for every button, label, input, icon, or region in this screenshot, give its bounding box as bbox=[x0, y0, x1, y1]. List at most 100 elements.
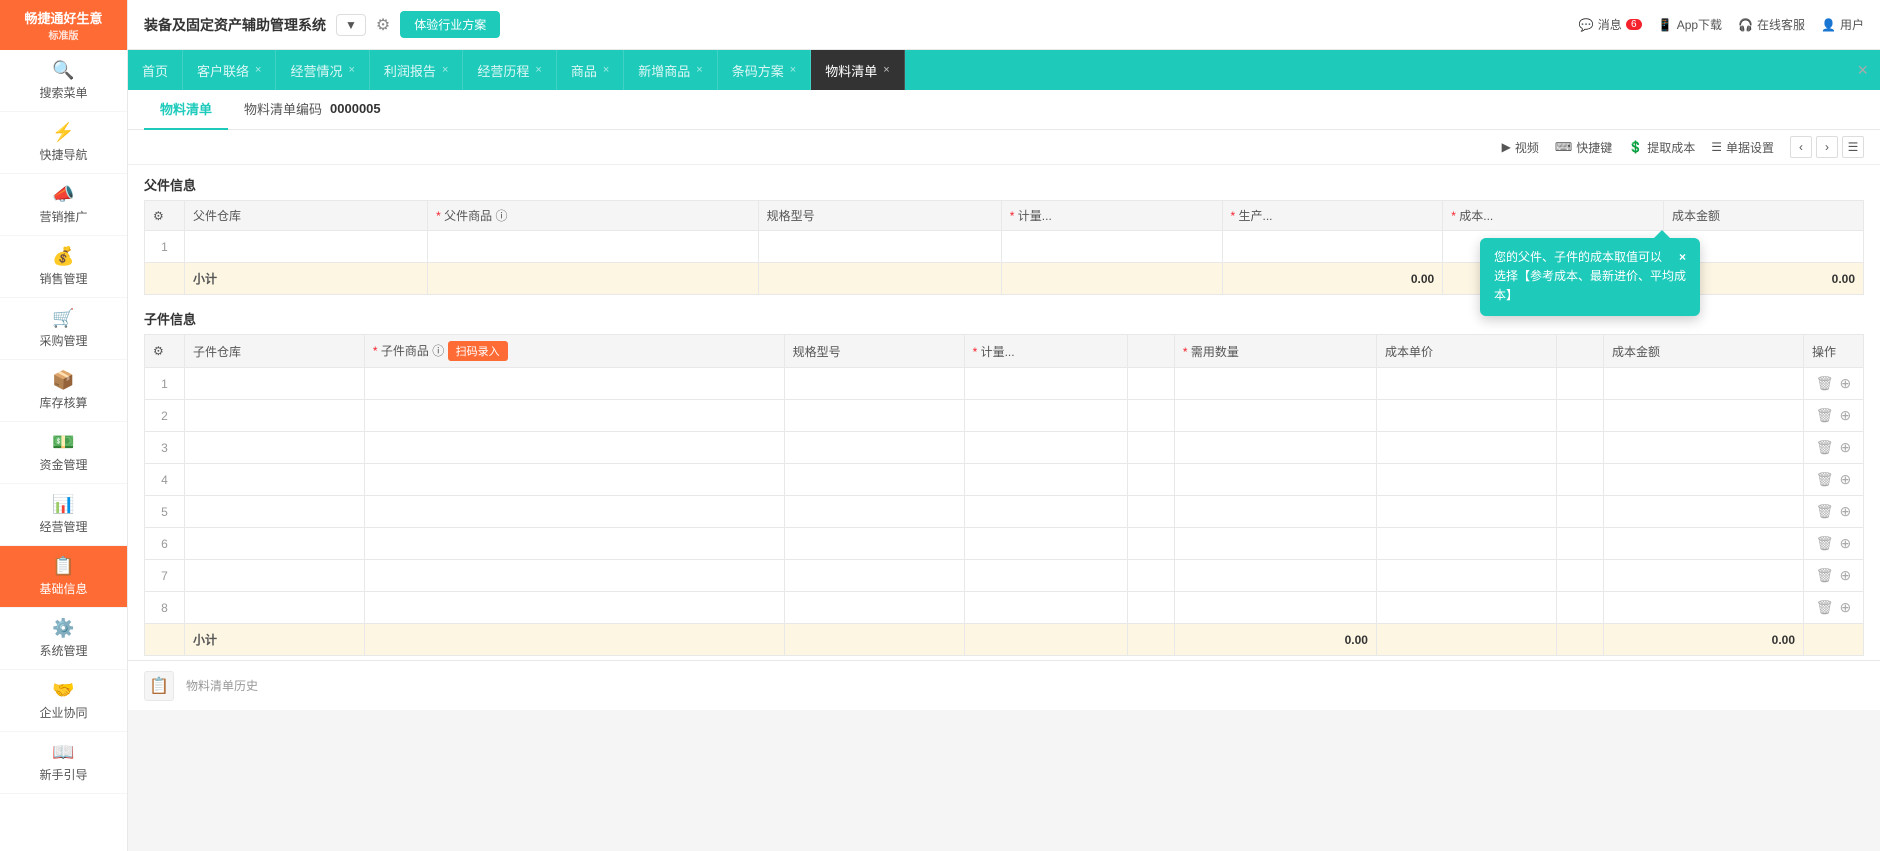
child-spec-3[interactable] bbox=[784, 432, 964, 464]
user-item[interactable]: 👤 用户 bbox=[1821, 16, 1864, 33]
parent-product-1[interactable] bbox=[428, 231, 758, 263]
system-dropdown[interactable]: ▼ bbox=[336, 14, 366, 36]
child-spec-4[interactable] bbox=[784, 464, 964, 496]
child-warehouse-3[interactable] bbox=[185, 432, 365, 464]
child-spec-2[interactable] bbox=[784, 400, 964, 432]
tab-close-5[interactable]: × bbox=[603, 64, 609, 76]
tab-close-4[interactable]: × bbox=[535, 64, 541, 76]
child-unit-3[interactable] bbox=[964, 432, 1127, 464]
online-service-item[interactable]: 🎧 在线客服 bbox=[1738, 16, 1805, 33]
list-view-button[interactable]: ☰ bbox=[1842, 136, 1864, 158]
parent-produce-1[interactable] bbox=[1222, 231, 1443, 263]
child-warehouse-4[interactable] bbox=[185, 464, 365, 496]
child-unit-cost-8[interactable] bbox=[1376, 592, 1556, 624]
prev-page-button[interactable]: ‹ bbox=[1790, 136, 1812, 158]
delete-icon-5[interactable]: 🗑 bbox=[1816, 503, 1834, 520]
app-download-item[interactable]: 📱 App下载 bbox=[1658, 16, 1722, 33]
child-qty-3[interactable] bbox=[1174, 432, 1376, 464]
sidebar-item-10[interactable]: 🤝企业协同 bbox=[0, 670, 127, 732]
child-product-1[interactable] bbox=[364, 368, 784, 400]
child-spec-6[interactable] bbox=[784, 528, 964, 560]
nav-tab-8[interactable]: 物料清单× bbox=[811, 50, 904, 90]
child-unit-cost-2[interactable] bbox=[1376, 400, 1556, 432]
sidebar-item-6[interactable]: 💵资金管理 bbox=[0, 422, 127, 484]
sidebar-item-0[interactable]: 🔍搜索菜单 bbox=[0, 50, 127, 112]
child-spec-7[interactable] bbox=[784, 560, 964, 592]
child-product-4[interactable] bbox=[364, 464, 784, 496]
sidebar-item-4[interactable]: 🛒采购管理 bbox=[0, 298, 127, 360]
copy-icon-5[interactable]: ⊕ bbox=[1840, 503, 1852, 520]
child-warehouse-2[interactable] bbox=[185, 400, 365, 432]
tab-close-8[interactable]: × bbox=[883, 64, 889, 76]
child-spec-5[interactable] bbox=[784, 496, 964, 528]
child-qty-6[interactable] bbox=[1174, 528, 1376, 560]
child-product-5[interactable] bbox=[364, 496, 784, 528]
tab-close-2[interactable]: × bbox=[348, 64, 354, 76]
child-unit-cost-6[interactable] bbox=[1376, 528, 1556, 560]
copy-icon-8[interactable]: ⊕ bbox=[1840, 599, 1852, 616]
child-product-6[interactable] bbox=[364, 528, 784, 560]
delete-icon-4[interactable]: 🗑 bbox=[1816, 471, 1834, 488]
tab-close-7[interactable]: × bbox=[790, 64, 796, 76]
child-unit-cost-3[interactable] bbox=[1376, 432, 1556, 464]
scan-input-button[interactable]: 扫码录入 bbox=[448, 341, 508, 361]
parent-warehouse-1[interactable] bbox=[185, 231, 428, 263]
single-settings-button[interactable]: ☰ 单据设置 bbox=[1711, 139, 1774, 156]
child-warehouse-5[interactable] bbox=[185, 496, 365, 528]
child-product-3[interactable] bbox=[364, 432, 784, 464]
child-col-settings[interactable]: ⚙ bbox=[145, 335, 185, 368]
nav-tab-7[interactable]: 条码方案× bbox=[718, 50, 811, 90]
child-unit-cost-1[interactable] bbox=[1376, 368, 1556, 400]
close-page-button[interactable]: × bbox=[1845, 60, 1880, 81]
sub-tab-material-list[interactable]: 物料清单 bbox=[144, 90, 228, 130]
child-qty-5[interactable] bbox=[1174, 496, 1376, 528]
child-product-8[interactable] bbox=[364, 592, 784, 624]
tab-close-6[interactable]: × bbox=[696, 64, 702, 76]
extract-cost-button[interactable]: 💲 提取成本 bbox=[1628, 139, 1695, 156]
sidebar-item-11[interactable]: 📖新手引导 bbox=[0, 732, 127, 794]
delete-icon-6[interactable]: 🗑 bbox=[1816, 535, 1834, 552]
nav-tab-5[interactable]: 商品× bbox=[557, 50, 624, 90]
sidebar-item-7[interactable]: 📊经营管理 bbox=[0, 484, 127, 546]
child-unit-7[interactable] bbox=[964, 560, 1127, 592]
delete-icon-8[interactable]: 🗑 bbox=[1816, 599, 1834, 616]
delete-icon-3[interactable]: 🗑 bbox=[1816, 439, 1834, 456]
shortcut-button[interactable]: ⌨ 快捷键 bbox=[1555, 139, 1612, 156]
next-page-button[interactable]: › bbox=[1816, 136, 1838, 158]
bottom-icon-btn[interactable]: 📋 bbox=[144, 671, 174, 701]
tab-close-3[interactable]: × bbox=[442, 64, 448, 76]
nav-tab-0[interactable]: 首页 bbox=[128, 50, 183, 90]
copy-icon-2[interactable]: ⊕ bbox=[1840, 407, 1852, 424]
message-item[interactable]: 💬 消息 6 bbox=[1579, 16, 1642, 33]
child-qty-1[interactable] bbox=[1174, 368, 1376, 400]
child-unit-4[interactable] bbox=[964, 464, 1127, 496]
child-spec-1[interactable] bbox=[784, 368, 964, 400]
sidebar-item-5[interactable]: 📦库存核算 bbox=[0, 360, 127, 422]
copy-icon-1[interactable]: ⊕ bbox=[1840, 375, 1852, 392]
child-qty-2[interactable] bbox=[1174, 400, 1376, 432]
sub-tab-material-code[interactable]: 物料清单编码 0000005 bbox=[228, 90, 397, 130]
child-product-7[interactable] bbox=[364, 560, 784, 592]
child-unit-1[interactable] bbox=[964, 368, 1127, 400]
parent-unit-1[interactable] bbox=[1001, 231, 1222, 263]
trial-button[interactable]: 体验行业方案 bbox=[400, 11, 500, 38]
child-product-2[interactable] bbox=[364, 400, 784, 432]
child-warehouse-8[interactable] bbox=[185, 592, 365, 624]
tooltip-close-button[interactable]: × bbox=[1679, 248, 1686, 267]
copy-icon-7[interactable]: ⊕ bbox=[1840, 567, 1852, 584]
nav-tab-3[interactable]: 利润报告× bbox=[370, 50, 463, 90]
copy-icon-3[interactable]: ⊕ bbox=[1840, 439, 1852, 456]
delete-icon-2[interactable]: 🗑 bbox=[1816, 407, 1834, 424]
child-unit-cost-5[interactable] bbox=[1376, 496, 1556, 528]
nav-tab-2[interactable]: 经营情况× bbox=[276, 50, 369, 90]
view-button[interactable]: ▶ 视频 bbox=[1502, 139, 1539, 156]
tab-close-1[interactable]: × bbox=[255, 64, 261, 76]
sidebar-item-8[interactable]: 📋基础信息 bbox=[0, 546, 127, 608]
copy-icon-6[interactable]: ⊕ bbox=[1840, 535, 1852, 552]
child-unit-cost-7[interactable] bbox=[1376, 560, 1556, 592]
gear-icon[interactable]: ⚙ bbox=[376, 15, 390, 35]
child-warehouse-6[interactable] bbox=[185, 528, 365, 560]
delete-icon-1[interactable]: 🗑 bbox=[1816, 375, 1834, 392]
child-spec-8[interactable] bbox=[784, 592, 964, 624]
sidebar-item-3[interactable]: 💰销售管理 bbox=[0, 236, 127, 298]
